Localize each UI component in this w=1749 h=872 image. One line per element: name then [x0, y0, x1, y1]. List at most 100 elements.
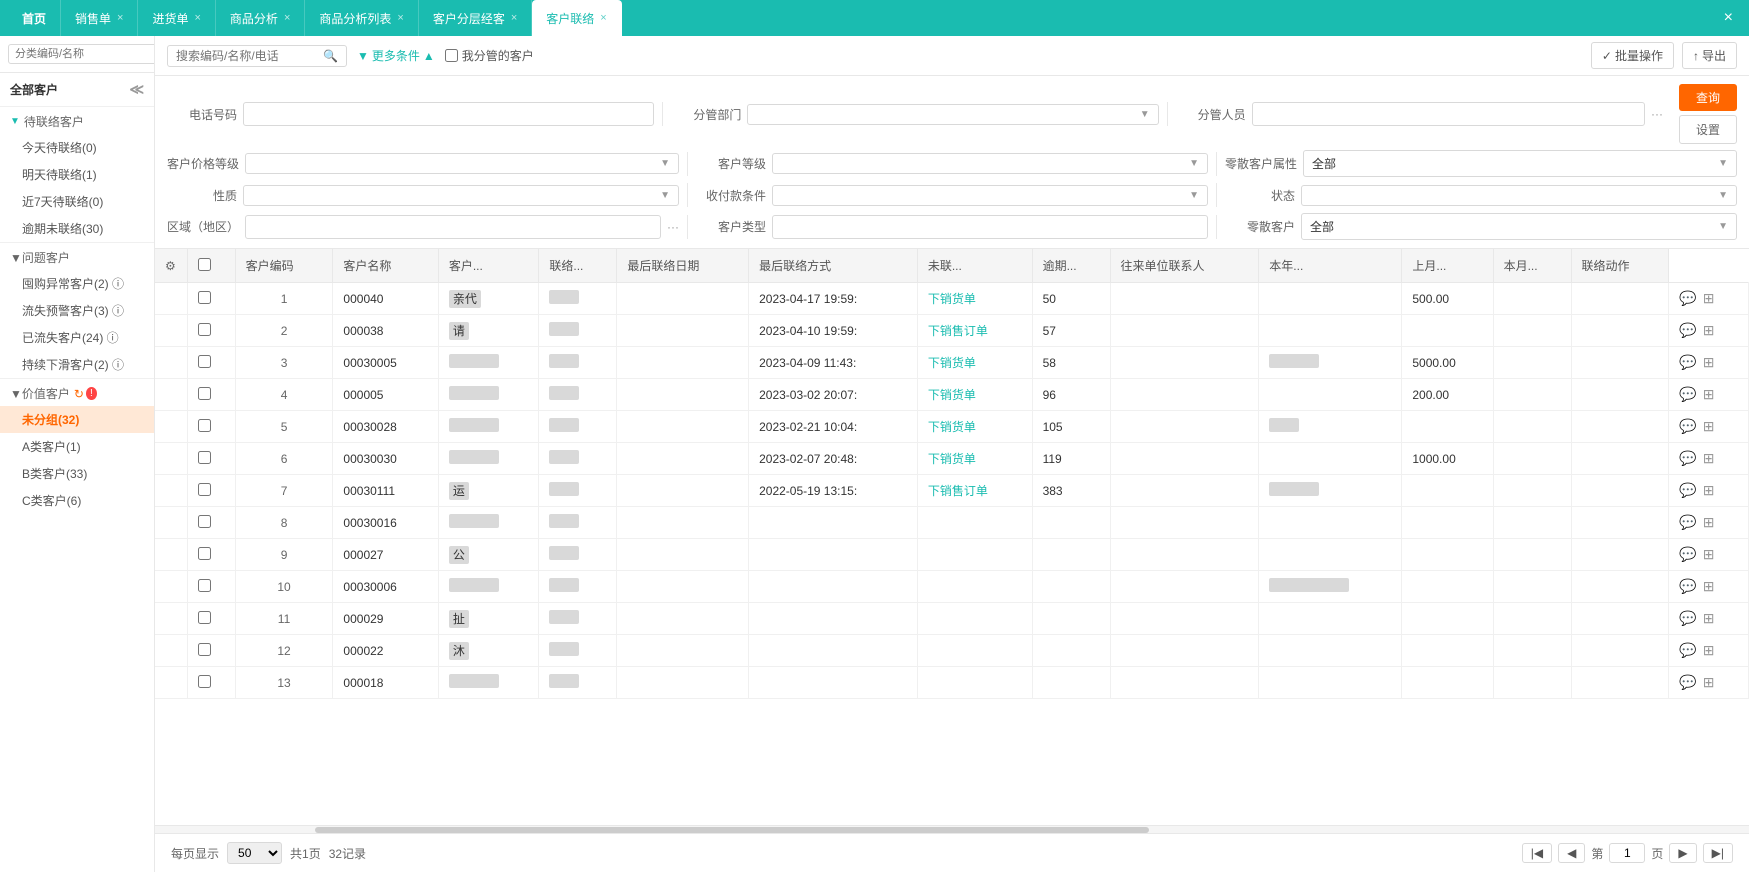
action-grid-icon[interactable]: ⊞ — [1703, 642, 1715, 659]
nav-tab-analysis[interactable]: 商品分析 × — [216, 0, 305, 36]
value-refresh-icon[interactable]: ↻ — [74, 387, 84, 401]
nature-select[interactable]: ▼ — [243, 185, 679, 206]
class-a[interactable]: A类客户(1) — [0, 433, 154, 460]
today-pending[interactable]: 今天待联络(0) — [0, 134, 154, 161]
th-last-method[interactable]: 最后联络方式 — [749, 249, 918, 283]
my-customers-check-input[interactable] — [445, 49, 458, 62]
action-chat-icon[interactable]: 💬 — [1679, 674, 1696, 691]
row-select-checkbox[interactable] — [198, 387, 211, 400]
horizontal-scrollbar[interactable] — [155, 825, 1749, 833]
action-chat-icon[interactable]: 💬 — [1679, 450, 1696, 467]
action-grid-icon[interactable]: ⊞ — [1703, 386, 1715, 403]
th-last-date[interactable]: 最后联络日期 — [617, 249, 749, 283]
nav-tab-purchase[interactable]: 进货单 × — [138, 0, 215, 36]
th-this-month[interactable]: 本月... — [1493, 249, 1571, 283]
th-this-year[interactable]: 本年... — [1259, 249, 1402, 283]
customer-type-input[interactable] — [772, 215, 1208, 239]
last-method-link[interactable]: 下销售订单 — [928, 484, 988, 498]
main-search-icon[interactable]: 🔍 — [323, 49, 338, 63]
week-pending[interactable]: 近7天待联络(0) — [0, 188, 154, 215]
action-grid-icon[interactable]: ⊞ — [1703, 546, 1715, 563]
th-code[interactable]: 客户编码 — [235, 249, 333, 283]
close-sales-tab[interactable]: × — [117, 12, 123, 24]
person-input[interactable] — [1252, 102, 1645, 126]
row-select-checkbox[interactable] — [198, 323, 211, 336]
page-number-input[interactable] — [1609, 843, 1645, 863]
last-method-link[interactable]: 下销售订单 — [928, 324, 988, 338]
sidebar-collapse-icon[interactable]: ≪ — [129, 81, 144, 98]
nav-tab-home[interactable]: 首页 — [8, 0, 61, 36]
ungrouped[interactable]: 未分组(32) — [0, 406, 154, 433]
th-uncontact[interactable]: 未联... — [917, 249, 1032, 283]
th-overdue[interactable]: 逾期... — [1032, 249, 1110, 283]
close-all-tabs[interactable]: × — [1716, 9, 1741, 27]
row-select-checkbox[interactable] — [198, 579, 211, 592]
select-all-checkbox[interactable] — [198, 258, 211, 271]
churned[interactable]: 已流失客户(24) ⓘ — [0, 324, 154, 351]
class-c[interactable]: C类客户(6) — [0, 487, 154, 514]
all-customers-header[interactable]: 全部客户 ≪ — [0, 73, 154, 107]
last-method-link[interactable]: 下销货单 — [928, 452, 976, 466]
action-grid-icon[interactable]: ⊞ — [1703, 578, 1715, 595]
action-grid-icon[interactable]: ⊞ — [1703, 482, 1715, 499]
query-button[interactable]: 查询 — [1679, 84, 1737, 111]
sidebar-search-input[interactable] — [8, 44, 155, 64]
close-analysis-list-tab[interactable]: × — [397, 12, 403, 24]
gear-icon[interactable]: ⚙ — [165, 259, 176, 273]
action-chat-icon[interactable]: 💬 — [1679, 610, 1696, 627]
action-grid-icon[interactable]: ⊞ — [1703, 290, 1715, 307]
customer-level-select[interactable]: ▼ — [772, 153, 1208, 174]
row-select-checkbox[interactable] — [198, 419, 211, 432]
churn-warning[interactable]: 流失预警客户(3) ⓘ — [0, 297, 154, 324]
export-button[interactable]: ↑ 导出 — [1682, 42, 1737, 69]
last-method-link[interactable]: 下销货单 — [928, 356, 976, 370]
action-grid-icon[interactable]: ⊞ — [1703, 674, 1715, 691]
action-grid-icon[interactable]: ⊞ — [1703, 514, 1715, 531]
class-b[interactable]: B类客户(33) — [0, 460, 154, 487]
close-analysis-tab[interactable]: × — [284, 12, 290, 24]
per-page-select[interactable]: 50 100 200 — [227, 842, 282, 864]
action-grid-icon[interactable]: ⊞ — [1703, 322, 1715, 339]
nav-tab-sales[interactable]: 销售单 × — [61, 0, 138, 36]
th-contact-person[interactable]: 往来单位联系人 — [1110, 249, 1259, 283]
nav-tab-analysis-list[interactable]: 商品分析列表 × — [305, 0, 418, 36]
next-page-btn[interactable]: ▶ — [1669, 843, 1696, 863]
last-method-link[interactable]: 下销货单 — [928, 292, 976, 306]
th-gear[interactable]: ⚙ — [155, 249, 187, 283]
overdue-pending[interactable]: 逾期未联络(30) — [0, 215, 154, 242]
tomorrow-pending[interactable]: 明天待联络(1) — [0, 161, 154, 188]
row-select-checkbox[interactable] — [198, 483, 211, 496]
retail-attr-select[interactable]: 全部 ▼ — [1303, 150, 1737, 177]
close-customer-tier-tab[interactable]: × — [511, 12, 517, 24]
th-customer-type[interactable]: 客户... — [438, 249, 539, 283]
action-grid-icon[interactable]: ⊞ — [1703, 354, 1715, 371]
action-chat-icon[interactable]: 💬 — [1679, 418, 1696, 435]
scrollbar-thumb[interactable] — [315, 827, 1149, 833]
row-select-checkbox[interactable] — [198, 547, 211, 560]
row-select-checkbox[interactable] — [198, 515, 211, 528]
prev-page-btn[interactable]: ◀ — [1558, 843, 1585, 863]
dept-select[interactable]: ▼ — [747, 104, 1158, 125]
phone-input[interactable] — [243, 102, 654, 126]
action-chat-icon[interactable]: 💬 — [1679, 322, 1696, 339]
my-customers-checkbox[interactable]: 我分管的客户 — [445, 47, 534, 64]
action-chat-icon[interactable]: 💬 — [1679, 546, 1696, 563]
row-select-checkbox[interactable] — [198, 355, 211, 368]
close-customer-contact-tab[interactable]: × — [600, 12, 606, 24]
action-grid-icon[interactable]: ⊞ — [1703, 418, 1715, 435]
first-page-btn[interactable]: |◀ — [1522, 843, 1552, 863]
action-chat-icon[interactable]: 💬 — [1679, 642, 1696, 659]
person-more-icon[interactable]: ··· — [1651, 107, 1663, 121]
action-chat-icon[interactable]: 💬 — [1679, 482, 1696, 499]
action-grid-icon[interactable]: ⊞ — [1703, 450, 1715, 467]
continuous-decline[interactable]: 持续下滑客户(2) ⓘ — [0, 351, 154, 378]
th-contact[interactable]: 联络... — [539, 249, 617, 283]
main-search-input[interactable] — [176, 49, 319, 63]
row-select-checkbox[interactable] — [198, 643, 211, 656]
more-conditions-btn[interactable]: ▼ 更多条件 ▲ — [357, 47, 435, 64]
status-select[interactable]: ▼ — [1301, 185, 1737, 206]
problem-customer-group[interactable]: ▼ 问题客户 — [0, 242, 154, 270]
row-select-checkbox[interactable] — [198, 675, 211, 688]
last-page-btn[interactable]: ▶| — [1703, 843, 1733, 863]
region-more-icon[interactable]: ··· — [667, 220, 679, 234]
